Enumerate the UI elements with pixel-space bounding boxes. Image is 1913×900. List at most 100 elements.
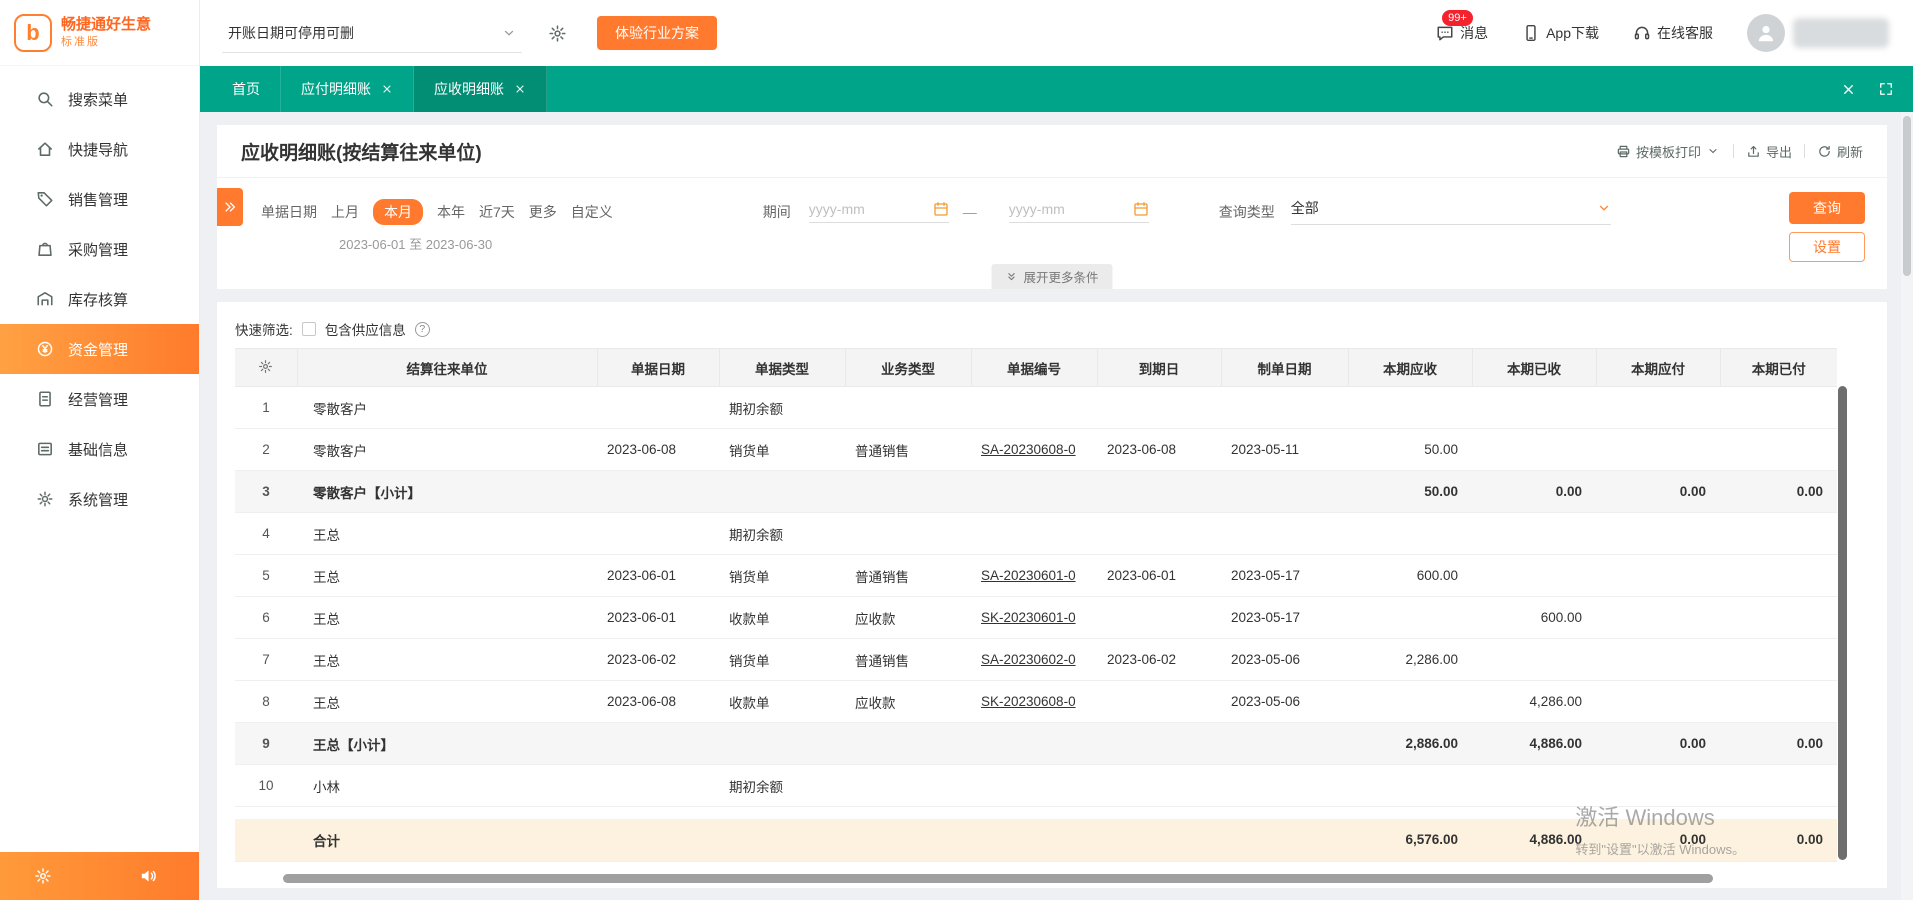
tab-receivable-ledger[interactable]: 应收明细账 [414, 66, 547, 112]
settings-button[interactable]: 设置 [1789, 232, 1865, 262]
cell-biz-type: 普通销售 [845, 428, 971, 471]
cell-biz-type [845, 386, 971, 429]
cell-doc-number[interactable]: SA-20230601-0 [971, 554, 1097, 597]
sidebar-item-basic-info[interactable]: 基础信息 [0, 424, 199, 474]
query-type-select[interactable]: 全部 [1290, 198, 1611, 225]
period-start-input[interactable] [808, 200, 905, 217]
double-chevron-down-icon [1005, 271, 1017, 283]
expand-more-conditions[interactable]: 展开更多条件 [991, 264, 1113, 289]
tab-payable-ledger[interactable]: 应付明细账 [281, 66, 414, 112]
date-option-last-7-days[interactable]: 近7天 [479, 202, 515, 222]
period-start-field [808, 200, 949, 223]
cell-settlement-unit: 王总 [297, 596, 597, 639]
sidebar-item-system[interactable]: 系统管理 [0, 474, 199, 524]
column-header: 业务类型 [844, 348, 971, 387]
table-row[interactable]: 4 王总 期初余额 [235, 512, 1837, 555]
online-service-button[interactable]: 在线客服 [1633, 23, 1713, 43]
help-icon[interactable]: ? [414, 321, 430, 337]
cell-payable: 0.00 [1596, 470, 1720, 513]
table-row[interactable]: 6 王总 2023-06-01 收款单 应收款 SK-20230601-0 20… [235, 596, 1837, 639]
table-row[interactable]: 8 王总 2023-06-08 收款单 应收款 SK-20230608-0 20… [235, 680, 1837, 723]
cell-doc-number[interactable]: SK-20230601-0 [971, 596, 1097, 639]
cell-due-date [1097, 722, 1221, 765]
topbar-right: 99+ 消息 App下载 在线客服 [1436, 10, 1889, 52]
query-type-label: 查询类型 [1218, 203, 1275, 220]
sidebar-item-quick-nav[interactable]: 快捷导航 [0, 124, 199, 174]
sidebar-item-search-menu[interactable]: 搜索菜单 [0, 74, 199, 124]
cell-doc-date: 2023-06-01 [597, 554, 719, 597]
search-icon [36, 90, 54, 108]
include-supplier-checkbox[interactable] [301, 322, 316, 336]
table-row[interactable]: 2 零散客户 2023-06-08 销货单 普通销售 SA-20230608-0… [235, 428, 1837, 471]
close-tab-icon[interactable] [381, 83, 393, 95]
column-settings-gear-icon[interactable] [258, 359, 273, 374]
sidebar-item-funds[interactable]: 资金管理 [0, 324, 199, 374]
speaker-icon[interactable] [139, 867, 157, 885]
cell-doc-date [597, 386, 719, 429]
period-end-input[interactable] [1008, 200, 1105, 217]
date-option-last-month[interactable]: 上月 [331, 202, 359, 222]
cell-receivable [1348, 764, 1472, 807]
collapse-filter-tab[interactable] [217, 188, 243, 226]
close-tab-icon[interactable] [514, 83, 526, 95]
topbar: 开账日期可停用可删 体验行业方案 99+ 消息 App下载 在线客服 [200, 0, 1913, 66]
date-option-this-year[interactable]: 本年 [437, 202, 465, 222]
tab-home[interactable]: 首页 [212, 66, 281, 112]
table-row[interactable]: 3 零散客户【小计】 50.00 0.00 0.00 0.00 [235, 470, 1837, 513]
table-vertical-scrollbar-thumb[interactable] [1838, 386, 1847, 860]
cell-make-date [1221, 386, 1348, 429]
cell-doc-date: 2023-06-08 [597, 680, 719, 723]
cell-doc-type [719, 470, 845, 513]
messages-button[interactable]: 99+ 消息 [1436, 10, 1488, 43]
sidebar-item-inventory[interactable]: 库存核算 [0, 274, 199, 324]
warehouse-icon [36, 290, 54, 308]
print-by-template-button[interactable]: 按模板打印 [1616, 142, 1721, 161]
date-option-more[interactable]: 更多 [529, 202, 557, 222]
divider [1732, 144, 1734, 158]
table-row[interactable]: 1 零散客户 期初余额 [235, 386, 1837, 429]
cell-doc-date: 2023-06-08 [597, 428, 719, 471]
close-icon[interactable] [1841, 82, 1856, 97]
cell-make-date: 2023-05-06 [1221, 680, 1348, 723]
sidebar-item-operations[interactable]: 经营管理 [0, 374, 199, 424]
person-icon [1755, 22, 1777, 44]
cell-doc-number[interactable]: SA-20230602-0 [971, 638, 1097, 681]
cell-doc-type: 销货单 [719, 638, 845, 681]
user-account[interactable] [1747, 14, 1889, 52]
search-button[interactable]: 查询 [1789, 192, 1865, 224]
table-row[interactable]: 9 王总【小计】 2,886.00 4,886.00 0.00 0.00 [235, 722, 1837, 765]
cell-due-date [1097, 680, 1221, 723]
opening-date-select[interactable]: 开账日期可停用可删 [222, 14, 522, 53]
page-scrollbar-thumb[interactable] [1903, 116, 1911, 276]
trial-industry-button[interactable]: 体验行业方案 [597, 16, 717, 50]
page-scrollbar-track[interactable] [1901, 112, 1913, 900]
cell-doc-type: 期初余额 [719, 512, 845, 555]
date-option-this-month[interactable]: 本月 [373, 198, 423, 225]
cell-doc-date [597, 764, 719, 807]
sidebar-item-sales[interactable]: 销售管理 [0, 174, 199, 224]
settings-gear-icon[interactable] [548, 24, 567, 43]
date-option-custom[interactable]: 自定义 [571, 202, 613, 222]
refresh-button[interactable]: 刷新 [1817, 142, 1863, 161]
cell-doc-number [971, 512, 1097, 555]
app-download-button[interactable]: App下载 [1522, 23, 1599, 43]
cell-paid: 0.00 [1720, 722, 1837, 765]
sidebar-item-label: 基础信息 [68, 441, 129, 459]
table-row[interactable]: 10 小林 期初余额 [235, 764, 1837, 807]
sidebar-footer [0, 852, 199, 900]
fullscreen-icon[interactable] [1878, 82, 1893, 97]
export-button[interactable]: 导出 [1746, 142, 1792, 161]
refresh-label: 刷新 [1836, 144, 1863, 160]
cell-doc-number[interactable]: SA-20230608-0 [971, 428, 1097, 471]
table-row[interactable]: 7 王总 2023-06-02 销货单 普通销售 SA-20230602-0 2… [235, 638, 1837, 681]
horizontal-scrollbar-thumb[interactable] [283, 874, 1713, 883]
gear-icon[interactable] [34, 867, 52, 885]
calendar-icon[interactable] [933, 201, 949, 217]
print-label: 按模板打印 [1635, 144, 1701, 160]
cell-doc-number[interactable]: SK-20230608-0 [971, 680, 1097, 723]
table-row[interactable]: 5 王总 2023-06-01 销货单 普通销售 SA-20230601-0 2… [235, 554, 1837, 597]
cell-make-date [1221, 470, 1348, 513]
calendar-icon[interactable] [1133, 201, 1149, 217]
cell-due-date: 2023-06-01 [1097, 554, 1221, 597]
sidebar-item-purchase[interactable]: 采购管理 [0, 224, 199, 274]
